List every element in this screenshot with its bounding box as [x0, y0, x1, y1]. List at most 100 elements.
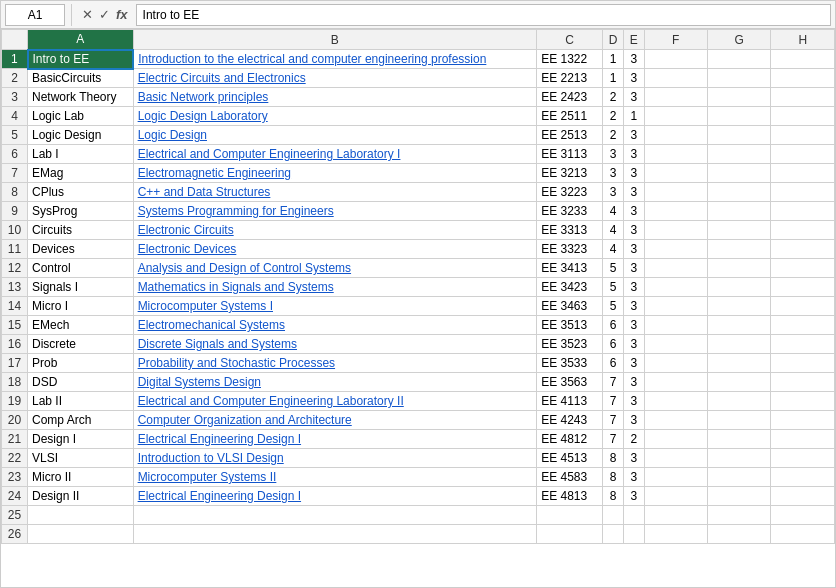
- cell-h8[interactable]: [771, 183, 835, 202]
- cell-d3[interactable]: 2: [603, 88, 624, 107]
- cell-c15[interactable]: EE 3513: [537, 316, 603, 335]
- cell-b14[interactable]: Microcomputer Systems I: [133, 297, 537, 316]
- cell-e19[interactable]: 3: [624, 392, 645, 411]
- cell-g25[interactable]: [707, 506, 771, 525]
- cell-a13[interactable]: Signals I: [28, 278, 134, 297]
- cell-c21[interactable]: EE 4812: [537, 430, 603, 449]
- cell-d11[interactable]: 4: [603, 240, 624, 259]
- cell-f3[interactable]: [644, 88, 707, 107]
- cell-e12[interactable]: 3: [624, 259, 645, 278]
- col-header-d[interactable]: D: [603, 30, 624, 50]
- cell-c13[interactable]: EE 3423: [537, 278, 603, 297]
- cell-d4[interactable]: 2: [603, 107, 624, 126]
- cell-a3[interactable]: Network Theory: [28, 88, 134, 107]
- cell-h10[interactable]: [771, 221, 835, 240]
- cell-c6[interactable]: EE 3113: [537, 145, 603, 164]
- cell-d1[interactable]: 1: [603, 50, 624, 69]
- cell-e7[interactable]: 3: [624, 164, 645, 183]
- cell-b10[interactable]: Electronic Circuits: [133, 221, 537, 240]
- cell-g12[interactable]: [707, 259, 771, 278]
- cell-e5[interactable]: 3: [624, 126, 645, 145]
- cell-b8[interactable]: C++ and Data Structures: [133, 183, 537, 202]
- cell-a19[interactable]: Lab II: [28, 392, 134, 411]
- cell-h23[interactable]: [771, 468, 835, 487]
- cell-c7[interactable]: EE 3213: [537, 164, 603, 183]
- cell-h21[interactable]: [771, 430, 835, 449]
- cell-d9[interactable]: 4: [603, 202, 624, 221]
- cell-h16[interactable]: [771, 335, 835, 354]
- cell-g7[interactable]: [707, 164, 771, 183]
- cell-e1[interactable]: 3: [624, 50, 645, 69]
- cell-g13[interactable]: [707, 278, 771, 297]
- cell-e10[interactable]: 3: [624, 221, 645, 240]
- cell-e18[interactable]: 3: [624, 373, 645, 392]
- cell-d17[interactable]: 6: [603, 354, 624, 373]
- cell-g3[interactable]: [707, 88, 771, 107]
- cell-a21[interactable]: Design I: [28, 430, 134, 449]
- cell-c9[interactable]: EE 3233: [537, 202, 603, 221]
- cell-c1[interactable]: EE 1322: [537, 50, 603, 69]
- cell-f4[interactable]: [644, 107, 707, 126]
- cell-b7[interactable]: Electromagnetic Engineering: [133, 164, 537, 183]
- cell-h3[interactable]: [771, 88, 835, 107]
- cell-c22[interactable]: EE 4513: [537, 449, 603, 468]
- cell-f18[interactable]: [644, 373, 707, 392]
- cell-d6[interactable]: 3: [603, 145, 624, 164]
- cell-a1[interactable]: Intro to EE: [28, 50, 134, 69]
- cell-d10[interactable]: 4: [603, 221, 624, 240]
- cell-f25[interactable]: [644, 506, 707, 525]
- cell-g19[interactable]: [707, 392, 771, 411]
- cell-b6[interactable]: Electrical and Computer Engineering Labo…: [133, 145, 537, 164]
- col-header-f[interactable]: F: [644, 30, 707, 50]
- cell-f13[interactable]: [644, 278, 707, 297]
- cell-f9[interactable]: [644, 202, 707, 221]
- cell-e3[interactable]: 3: [624, 88, 645, 107]
- cell-h24[interactable]: [771, 487, 835, 506]
- cell-a26[interactable]: [28, 525, 134, 544]
- grid-container[interactable]: A B C D E F G H 1Intro to EEIntroduction…: [1, 29, 835, 587]
- cell-g4[interactable]: [707, 107, 771, 126]
- cell-h13[interactable]: [771, 278, 835, 297]
- cell-c26[interactable]: [537, 525, 603, 544]
- cell-f23[interactable]: [644, 468, 707, 487]
- cell-f8[interactable]: [644, 183, 707, 202]
- cell-g9[interactable]: [707, 202, 771, 221]
- cell-e4[interactable]: 1: [624, 107, 645, 126]
- cell-c11[interactable]: EE 3323: [537, 240, 603, 259]
- cell-a9[interactable]: SysProg: [28, 202, 134, 221]
- cell-e25[interactable]: [624, 506, 645, 525]
- cell-f14[interactable]: [644, 297, 707, 316]
- cell-h26[interactable]: [771, 525, 835, 544]
- cell-e13[interactable]: 3: [624, 278, 645, 297]
- col-header-h[interactable]: H: [771, 30, 835, 50]
- cell-g5[interactable]: [707, 126, 771, 145]
- cell-d22[interactable]: 8: [603, 449, 624, 468]
- cell-a12[interactable]: Control: [28, 259, 134, 278]
- cell-g15[interactable]: [707, 316, 771, 335]
- cell-g11[interactable]: [707, 240, 771, 259]
- cell-c5[interactable]: EE 2513: [537, 126, 603, 145]
- cell-d13[interactable]: 5: [603, 278, 624, 297]
- cell-d23[interactable]: 8: [603, 468, 624, 487]
- cell-g24[interactable]: [707, 487, 771, 506]
- cell-g26[interactable]: [707, 525, 771, 544]
- cell-a18[interactable]: DSD: [28, 373, 134, 392]
- cell-d16[interactable]: 6: [603, 335, 624, 354]
- cell-b26[interactable]: [133, 525, 537, 544]
- cell-h9[interactable]: [771, 202, 835, 221]
- cell-b16[interactable]: Discrete Signals and Systems: [133, 335, 537, 354]
- cell-b12[interactable]: Analysis and Design of Control Systems: [133, 259, 537, 278]
- cell-h7[interactable]: [771, 164, 835, 183]
- cell-g8[interactable]: [707, 183, 771, 202]
- cell-e22[interactable]: 3: [624, 449, 645, 468]
- cell-c20[interactable]: EE 4243: [537, 411, 603, 430]
- cell-f5[interactable]: [644, 126, 707, 145]
- cell-g10[interactable]: [707, 221, 771, 240]
- col-header-e[interactable]: E: [624, 30, 645, 50]
- cell-a20[interactable]: Comp Arch: [28, 411, 134, 430]
- cell-reference-box[interactable]: [5, 4, 65, 26]
- cell-f10[interactable]: [644, 221, 707, 240]
- cell-e24[interactable]: 3: [624, 487, 645, 506]
- cell-f26[interactable]: [644, 525, 707, 544]
- cell-h14[interactable]: [771, 297, 835, 316]
